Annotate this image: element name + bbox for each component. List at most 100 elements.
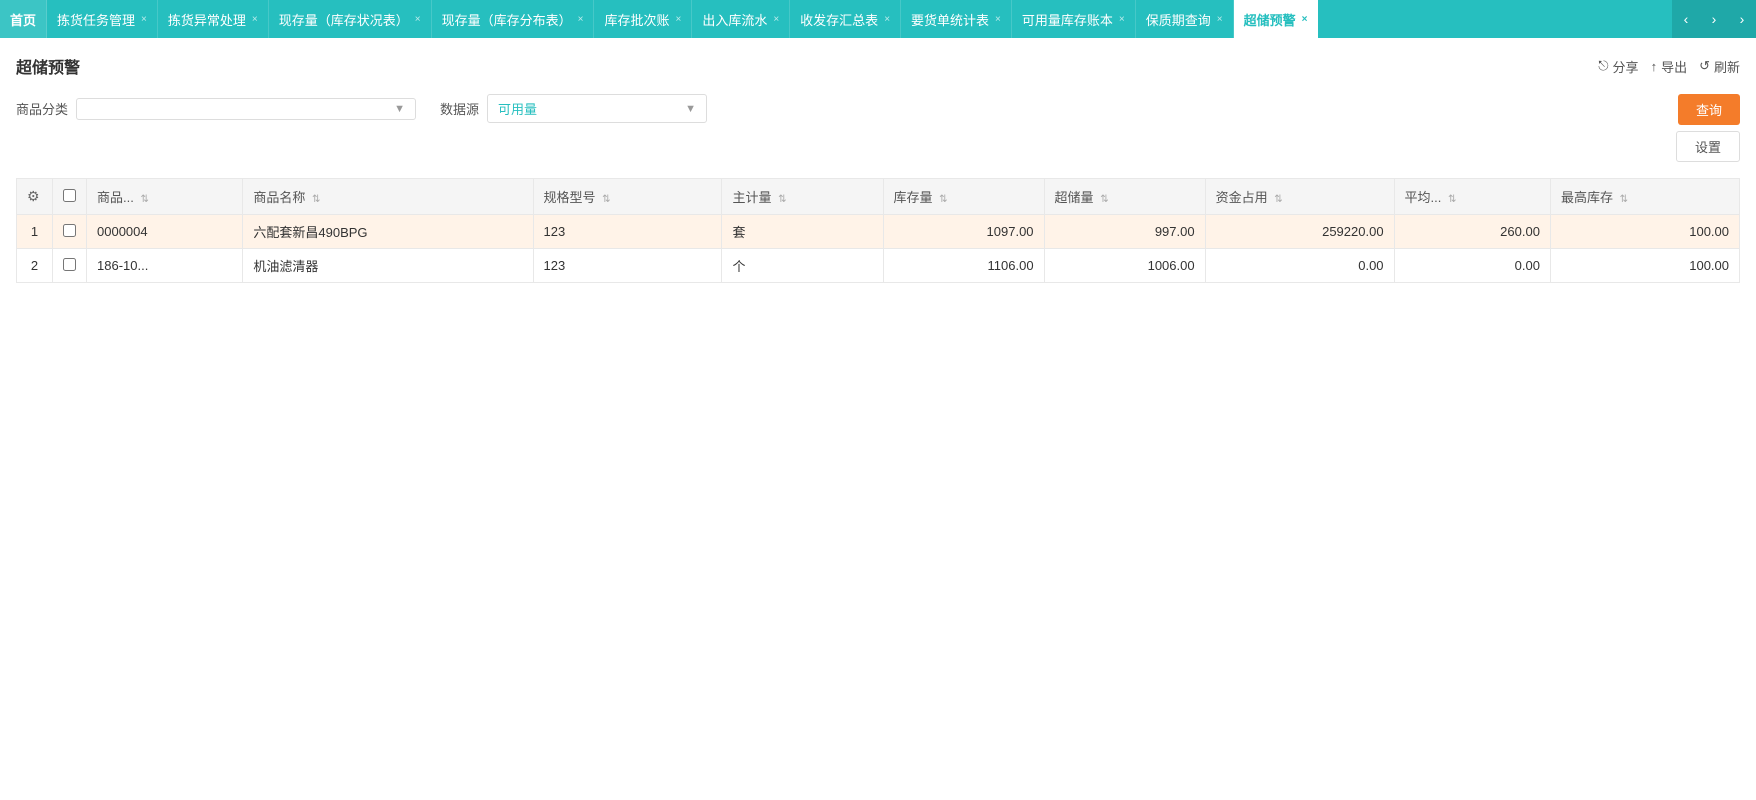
- nav-label-home: 首页: [10, 10, 36, 29]
- th-code[interactable]: 商品... ⇅: [87, 179, 243, 215]
- row-avg: 260.00: [1394, 215, 1550, 249]
- datasource-filter-group: 数据源 可用量 ▼: [440, 94, 707, 123]
- close-icon[interactable]: ×: [995, 14, 1001, 25]
- nav-next-button[interactable]: ›: [1700, 0, 1728, 38]
- th-overstock[interactable]: 超储量 ⇅: [1044, 179, 1205, 215]
- nav-item-summary[interactable]: 收发存汇总表 ×: [790, 0, 901, 38]
- nav-item-stock-dist[interactable]: 现存量（库存分布表） ×: [432, 0, 595, 38]
- gear-icon[interactable]: ⚙: [27, 188, 40, 204]
- page-header: 超储预警 ⎋ 分享 ↑ 导出 ↺ 刷新: [16, 54, 1740, 78]
- row-overstock: 997.00: [1044, 215, 1205, 249]
- nav-item-shelf-life[interactable]: 保质期查询 ×: [1136, 0, 1234, 38]
- nav-more-button[interactable]: ›: [1728, 0, 1756, 38]
- nav-item-home[interactable]: 首页: [0, 0, 47, 38]
- filter-buttons: 查询 设置: [1676, 94, 1740, 162]
- top-nav: 首页 拣货任务管理 × 拣货异常处理 × 现存量（库存状况表） × 现存量（库存…: [0, 0, 1756, 38]
- close-icon[interactable]: ×: [578, 14, 584, 25]
- table-row: 1 0000004 六配套新昌490BPG 123 套 1097.00 997.…: [17, 215, 1740, 249]
- data-table: ⚙ 商品... ⇅ 商品名称 ⇅ 规格型号 ⇅ 主计量: [16, 178, 1740, 283]
- nav-item-overstock-alert[interactable]: 超储预警 ×: [1234, 0, 1319, 38]
- nav-arrows: ‹ › ›: [1672, 0, 1756, 38]
- datasource-select[interactable]: 可用量 ▼: [487, 94, 707, 123]
- close-icon[interactable]: ×: [675, 14, 681, 25]
- nav-label-task-mgmt: 拣货任务管理: [57, 10, 135, 29]
- sort-icon-maxstock: ⇅: [1620, 194, 1628, 205]
- nav-item-task-mgmt[interactable]: 拣货任务管理 ×: [47, 0, 158, 38]
- row-unit: 个: [722, 249, 883, 283]
- sort-icon-unit: ⇅: [778, 194, 786, 205]
- nav-label-exception: 拣货异常处理: [168, 10, 246, 29]
- share-button[interactable]: ⎋ 分享: [1598, 57, 1638, 76]
- share-label: 分享: [1613, 57, 1639, 76]
- nav-label-stock-dist: 现存量（库存分布表）: [442, 10, 572, 29]
- export-label: 导出: [1661, 57, 1687, 76]
- nav-item-order-stats[interactable]: 要货单统计表 ×: [901, 0, 1012, 38]
- th-stock[interactable]: 库存量 ⇅: [883, 179, 1044, 215]
- close-icon[interactable]: ×: [1302, 14, 1308, 25]
- row-capital: 0.00: [1205, 249, 1394, 283]
- category-label: 商品分类: [16, 99, 68, 118]
- th-maxstock[interactable]: 最高库存 ⇅: [1550, 179, 1739, 215]
- nav-item-stock-status[interactable]: 现存量（库存状况表） ×: [269, 0, 432, 38]
- close-icon[interactable]: ×: [141, 14, 147, 25]
- sort-icon-overstock: ⇅: [1100, 194, 1108, 205]
- row-checkbox[interactable]: [63, 224, 76, 237]
- th-gear: ⚙: [17, 179, 53, 215]
- sort-icon-name: ⇅: [312, 194, 320, 205]
- nav-item-inout-flow[interactable]: 出入库流水 ×: [692, 0, 790, 38]
- nav-label-summary: 收发存汇总表: [800, 10, 878, 29]
- th-spec[interactable]: 规格型号 ⇅: [533, 179, 722, 215]
- refresh-button[interactable]: ↺ 刷新: [1699, 57, 1740, 76]
- select-all-checkbox[interactable]: [63, 189, 76, 202]
- close-icon[interactable]: ×: [1217, 14, 1223, 25]
- nav-item-batch-account[interactable]: 库存批次账 ×: [594, 0, 692, 38]
- nav-prev-button[interactable]: ‹: [1672, 0, 1700, 38]
- nav-label-shelf-life: 保质期查询: [1146, 10, 1211, 29]
- nav-label-overstock-alert: 超储预警: [1244, 10, 1296, 29]
- nav-label-available-book: 可用量库存账本: [1022, 10, 1113, 29]
- row-overstock: 1006.00: [1044, 249, 1205, 283]
- row-capital: 259220.00: [1205, 215, 1394, 249]
- close-icon[interactable]: ×: [884, 14, 890, 25]
- row-avg: 0.00: [1394, 249, 1550, 283]
- close-icon[interactable]: ×: [415, 14, 421, 25]
- sort-icon-avg: ⇅: [1448, 194, 1456, 205]
- row-maxstock: 100.00: [1550, 215, 1739, 249]
- export-icon: ↑: [1651, 59, 1658, 74]
- main-content: 超储预警 ⎋ 分享 ↑ 导出 ↺ 刷新 商品分类 ▼: [0, 38, 1756, 800]
- th-name[interactable]: 商品名称 ⇅: [243, 179, 533, 215]
- nav-item-available-book[interactable]: 可用量库存账本 ×: [1012, 0, 1136, 38]
- close-icon[interactable]: ×: [1119, 14, 1125, 25]
- table-row: 2 186-10... 机油滤清器 123 个 1106.00 1006.00 …: [17, 249, 1740, 283]
- nav-label-batch-account: 库存批次账: [604, 10, 669, 29]
- settings-button[interactable]: 设置: [1676, 131, 1740, 162]
- row-checkbox[interactable]: [63, 258, 76, 271]
- page-title: 超储预警: [16, 54, 80, 78]
- th-unit[interactable]: 主计量 ⇅: [722, 179, 883, 215]
- th-checkbox: [53, 179, 87, 215]
- sort-icon-code: ⇅: [140, 194, 148, 205]
- row-checkbox-cell: [53, 249, 87, 283]
- row-code: 0000004: [87, 215, 243, 249]
- datasource-dropdown-icon: ▼: [685, 103, 696, 115]
- row-stock: 1097.00: [883, 215, 1044, 249]
- share-icon: ⎋: [1598, 58, 1608, 74]
- sort-icon-stock: ⇅: [939, 194, 947, 205]
- row-unit: 套: [722, 215, 883, 249]
- nav-item-exception[interactable]: 拣货异常处理 ×: [158, 0, 269, 38]
- sort-icon-spec: ⇅: [602, 194, 610, 205]
- export-button[interactable]: ↑ 导出: [1651, 57, 1688, 76]
- close-icon[interactable]: ×: [252, 14, 258, 25]
- th-avg[interactable]: 平均... ⇅: [1394, 179, 1550, 215]
- sort-icon-capital: ⇅: [1274, 194, 1282, 205]
- category-select[interactable]: ▼: [76, 98, 416, 120]
- row-name: 机油滤清器: [243, 249, 533, 283]
- row-index: 1: [17, 215, 53, 249]
- nav-label-inout-flow: 出入库流水: [702, 10, 767, 29]
- query-button[interactable]: 查询: [1678, 94, 1740, 125]
- datasource-label: 数据源: [440, 99, 479, 118]
- close-icon[interactable]: ×: [773, 14, 779, 25]
- header-actions: ⎋ 分享 ↑ 导出 ↺ 刷新: [1598, 57, 1740, 76]
- th-capital[interactable]: 资金占用 ⇅: [1205, 179, 1394, 215]
- category-dropdown-icon: ▼: [394, 103, 405, 115]
